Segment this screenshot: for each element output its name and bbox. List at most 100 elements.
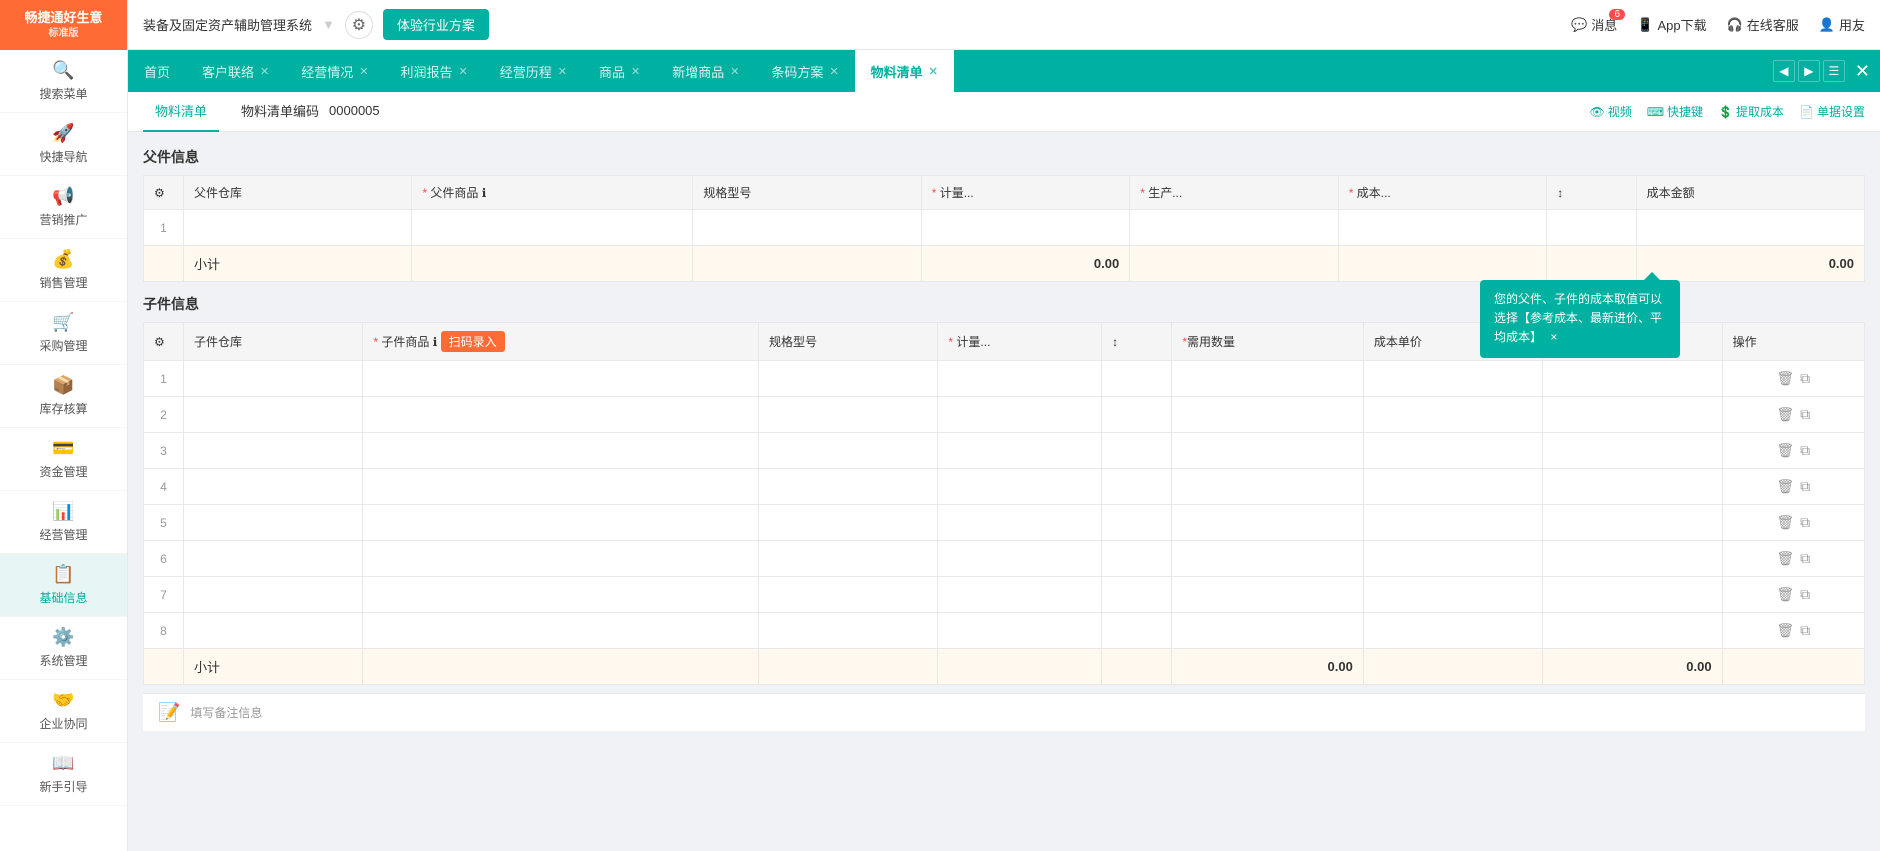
child-spec-5[interactable] (759, 505, 938, 541)
parent-col-settings[interactable]: ⚙ (144, 176, 184, 210)
nav-tab-new-product[interactable]: 新增商品✕ (656, 50, 755, 92)
nav-tab-home[interactable]: 首页 (128, 50, 186, 92)
delete-icon-2[interactable]: 🗑 (1776, 406, 1794, 423)
child-product-3[interactable] (363, 433, 759, 469)
child-product-4[interactable] (363, 469, 759, 505)
copy-icon-8[interactable]: ⧉ (1800, 622, 1810, 639)
child-spec-6[interactable] (759, 541, 938, 577)
nav-tab-close[interactable]: ✕ (260, 65, 269, 78)
nav-tab-customer[interactable]: 客户联络✕ (186, 50, 285, 92)
child-warehouse-6[interactable] (184, 541, 363, 577)
child-spec-3[interactable] (759, 433, 938, 469)
sub-tab-bom-code[interactable]: 物料清单编码 0000005 (229, 92, 392, 132)
online-service-button[interactable]: 🎧 在线客服 (1727, 15, 1799, 34)
tab-next[interactable]: ▶ (1798, 60, 1820, 82)
child-unit-1[interactable] (938, 361, 1102, 397)
child-product-5[interactable] (363, 505, 759, 541)
delete-icon-7[interactable]: 🗑 (1776, 586, 1794, 603)
child-cost-amount-5[interactable] (1543, 505, 1722, 541)
nav-tab-history[interactable]: 经营历程✕ (484, 50, 583, 92)
sidebar-item-purchase[interactable]: 🛒采购管理 (0, 302, 127, 365)
user-menu[interactable]: 👤 用友 (1819, 15, 1865, 34)
child-cost-amount-3[interactable] (1543, 433, 1722, 469)
app-download-button[interactable]: 📱 App下载 (1637, 15, 1706, 34)
child-unit-6[interactable] (938, 541, 1102, 577)
child-product-6[interactable] (363, 541, 759, 577)
child-warehouse-2[interactable] (184, 397, 363, 433)
child-col-settings[interactable]: ⚙ (144, 323, 184, 361)
child-unit-4[interactable] (938, 469, 1102, 505)
child-unit-cost-1[interactable] (1363, 361, 1542, 397)
parent-unit-1[interactable] (921, 210, 1130, 246)
child-unit-cost-3[interactable] (1363, 433, 1542, 469)
settings-button[interactable]: ⚙ (345, 11, 373, 39)
nav-tab-close[interactable]: ✕ (459, 65, 468, 78)
action-single-settings[interactable]: 📄单据设置 (1799, 103, 1865, 120)
child-unit-cost-7[interactable] (1363, 577, 1542, 613)
child-product-7[interactable] (363, 577, 759, 613)
copy-icon-1[interactable]: ⧉ (1800, 370, 1810, 387)
copy-icon-4[interactable]: ⧉ (1800, 478, 1810, 495)
copy-icon-7[interactable]: ⧉ (1800, 586, 1810, 603)
sidebar-item-sales[interactable]: 💰销售管理 (0, 239, 127, 302)
nav-tab-close[interactable]: ✕ (829, 65, 838, 78)
child-unit-3[interactable] (938, 433, 1102, 469)
child-spec-1[interactable] (759, 361, 938, 397)
sidebar-item-basic-info[interactable]: 📋基础信息 (0, 554, 127, 617)
sidebar-item-search[interactable]: 🔍搜索菜单 (0, 50, 127, 113)
child-unit-cost-6[interactable] (1363, 541, 1542, 577)
nav-tab-close[interactable]: ✕ (558, 65, 567, 78)
nav-tab-close[interactable]: ✕ (631, 65, 640, 78)
nav-tab-close[interactable]: ✕ (359, 65, 368, 78)
nav-tab-close[interactable]: ✕ (730, 65, 739, 78)
nav-tab-close[interactable]: ✕ (929, 65, 938, 78)
delete-icon-3[interactable]: 🗑 (1776, 442, 1794, 459)
parent-cost-1[interactable] (1338, 210, 1547, 246)
sidebar-item-quick-nav[interactable]: 🚀快捷导航 (0, 113, 127, 176)
child-qty-4[interactable] (1172, 469, 1364, 505)
child-spec-2[interactable] (759, 397, 938, 433)
child-unit-cost-8[interactable] (1363, 613, 1542, 649)
child-qty-6[interactable] (1172, 541, 1364, 577)
tab-prev[interactable]: ◀ (1773, 60, 1795, 82)
child-warehouse-8[interactable] (184, 613, 363, 649)
child-unit-7[interactable] (938, 577, 1102, 613)
action-shortcut[interactable]: ⌨快捷键 (1647, 103, 1703, 120)
child-warehouse-5[interactable] (184, 505, 363, 541)
action-cost[interactable]: 💲提取成本 (1718, 103, 1784, 120)
action-view[interactable]: 👁视频 (1589, 103, 1631, 120)
child-cost-amount-2[interactable] (1543, 397, 1722, 433)
copy-icon-6[interactable]: ⧉ (1800, 550, 1810, 567)
parent-product-1[interactable] (412, 210, 693, 246)
child-cost-amount-4[interactable] (1543, 469, 1722, 505)
parent-produce-1[interactable] (1130, 210, 1339, 246)
trial-button[interactable]: 体验行业方案 (383, 9, 489, 40)
child-warehouse-3[interactable] (184, 433, 363, 469)
close-tab-button[interactable]: ✕ (1845, 61, 1880, 82)
child-qty-8[interactable] (1172, 613, 1364, 649)
child-spec-8[interactable] (759, 613, 938, 649)
child-unit-5[interactable] (938, 505, 1102, 541)
child-unit-cost-5[interactable] (1363, 505, 1542, 541)
child-qty-7[interactable] (1172, 577, 1364, 613)
delete-icon-8[interactable]: 🗑 (1776, 622, 1794, 639)
delete-icon-1[interactable]: 🗑 (1776, 370, 1794, 387)
child-qty-1[interactable] (1172, 361, 1364, 397)
parent-spec-1[interactable] (693, 210, 921, 246)
nav-tab-business[interactable]: 经营情况✕ (285, 50, 384, 92)
child-warehouse-1[interactable] (184, 361, 363, 397)
sidebar-item-system[interactable]: ⚙️系统管理 (0, 617, 127, 680)
child-unit-cost-2[interactable] (1363, 397, 1542, 433)
sidebar-item-finance[interactable]: 💳资金管理 (0, 428, 127, 491)
child-qty-5[interactable] (1172, 505, 1364, 541)
child-spec-4[interactable] (759, 469, 938, 505)
copy-icon-5[interactable]: ⧉ (1800, 514, 1810, 531)
child-unit-cost-4[interactable] (1363, 469, 1542, 505)
tab-menu[interactable]: ☰ (1823, 60, 1845, 82)
nav-tab-barcode[interactable]: 条码方案✕ (755, 50, 854, 92)
child-warehouse-7[interactable] (184, 577, 363, 613)
nav-tab-bom[interactable]: 物料清单✕ (855, 50, 954, 92)
sidebar-item-marketing[interactable]: 📢营销推广 (0, 176, 127, 239)
sub-tab-bom-list[interactable]: 物料清单 (143, 92, 219, 132)
scan-button[interactable]: 扫码录入 (441, 331, 505, 352)
